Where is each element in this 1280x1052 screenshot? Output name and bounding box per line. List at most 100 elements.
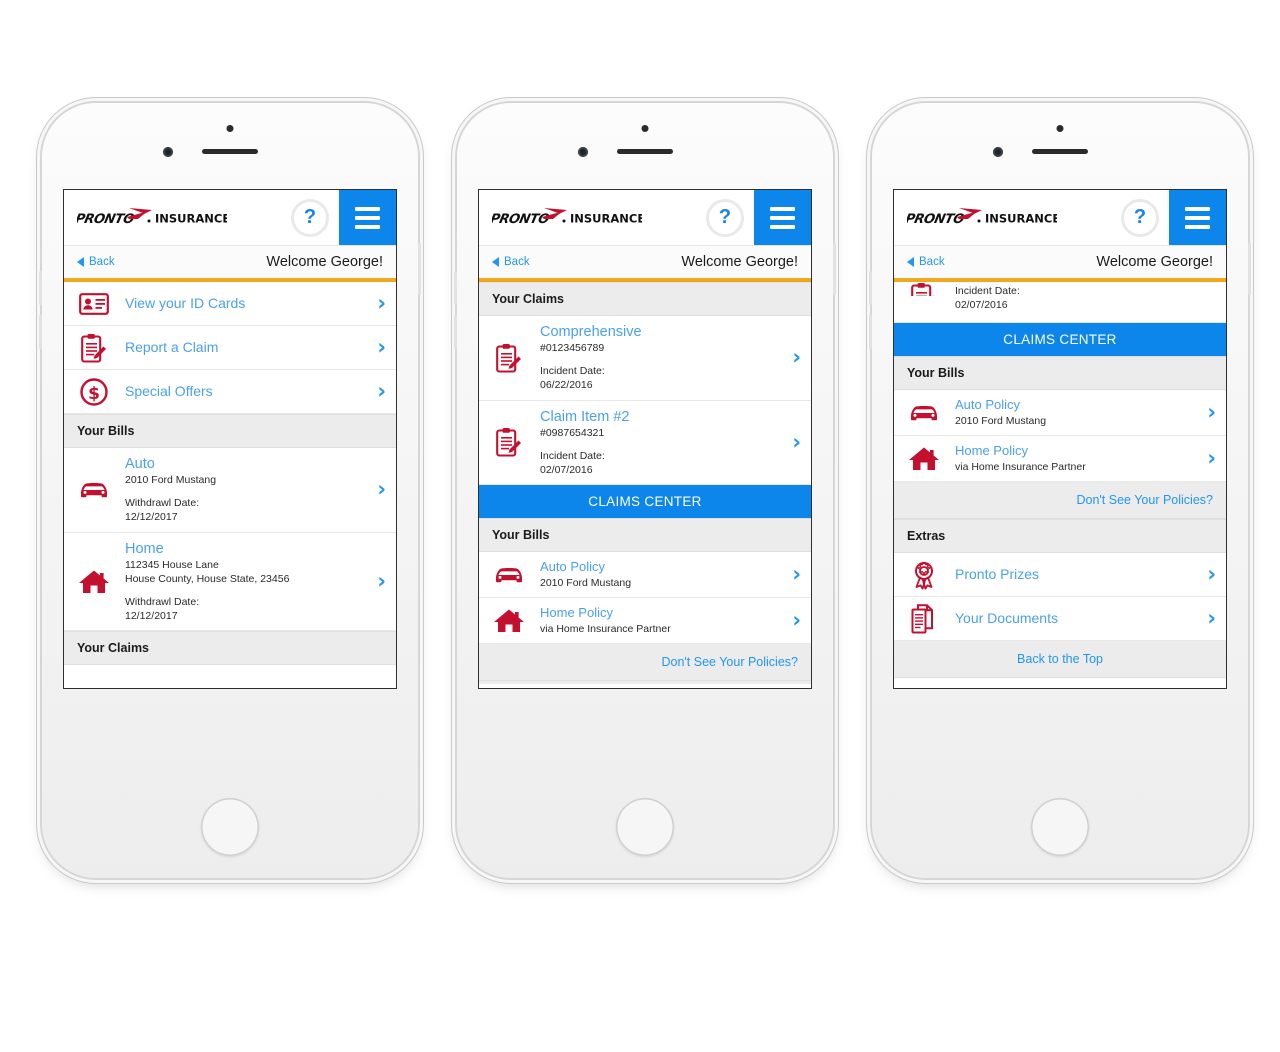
list-item-pronto-prizes[interactable]: Pronto Prizes › [894,553,1226,598]
hamburger-menu-icon[interactable] [754,190,811,245]
bill-subtitle: 2010 Ford Mustang [125,474,217,487]
home-icon [907,446,941,472]
bill-meta-label: Withdrawl Date: [125,596,200,609]
chevron-right-icon: › [377,477,386,502]
svg-text:INSURANCE: INSURANCE [985,211,1057,225]
back-button[interactable]: Back [492,256,530,268]
home-button[interactable] [201,798,259,856]
award-ribbon-icon [907,560,941,590]
back-button[interactable]: Back [77,256,115,268]
car-icon [77,480,111,500]
id-card-icon [77,292,111,315]
dont-see-policies-link[interactable]: Don't See Your Policies? [479,644,811,682]
app-header: PRONTO INSURANCE ? [479,190,811,246]
claim-number: #0987654321 [540,426,605,439]
section-header-your-claims: Your Claims [479,282,811,316]
help-button[interactable]: ? [291,198,329,237]
app-header: PRONTO INSURANCE ? [894,190,1226,246]
car-icon [492,565,526,585]
claim-title: Comprehensive [540,324,642,340]
claims-center-button[interactable]: CLAIMS CENTER [479,485,811,519]
home-button[interactable] [616,798,674,856]
policy-row-auto[interactable]: Auto Policy 2010 Ford Mustang › [894,390,1226,437]
chevron-right-icon: › [377,379,386,403]
chevron-right-icon: › [377,291,386,315]
claim-meta-label: Incident Date: [955,285,1020,297]
list-item-report-a-claim[interactable]: Report a Claim › [64,326,396,370]
volume-up-button[interactable] [454,271,457,305]
back-to-top-link[interactable]: Back to the Top [894,641,1226,679]
list-item-your-documents[interactable]: Your Documents › [894,597,1226,642]
clipboard-pencil-icon [492,427,526,458]
phone-screen-1: PRONTO INSURANCE ? Back Welcome George! … [63,189,397,689]
documents-icon [907,604,941,634]
phone-device-2: PRONTO INSURANCE ? Back Welcome George! … [454,103,836,878]
chevron-right-icon: › [792,608,801,633]
content-spacer [479,681,811,684]
bill-meta-value: 12/12/2017 [125,511,178,524]
policy-row-home[interactable]: Home Policy via Home Insurance Partner › [894,436,1226,483]
power-button[interactable] [833,243,836,295]
policy-row-auto[interactable]: Auto Policy 2010 Ford Mustang › [479,552,811,599]
bill-subtitle-2: House County, House State, 23456 [125,572,290,585]
bill-title: Auto [125,456,155,472]
section-header-your-bills: Your Bills [479,518,811,553]
policy-title: Auto Policy [955,397,1021,413]
list-item-label: View your ID Cards [125,294,246,311]
svg-text:PRONTO: PRONTO [77,212,136,227]
volume-up-button[interactable] [869,271,872,305]
volume-up-button[interactable] [39,271,42,305]
bill-row-home[interactable]: Home 112345 House Lane House County, Hou… [64,532,396,632]
policy-title: Home Policy [955,443,1028,459]
home-icon [77,569,111,595]
power-button[interactable] [418,243,421,295]
list-item-label: Pronto Prizes [955,565,1040,582]
pronto-insurance-logo[interactable]: PRONTO INSURANCE [894,207,1121,229]
back-button[interactable]: Back [907,256,945,268]
claim-row-item-2[interactable]: Claim Item #2 #0987654321 Incident Date:… [479,400,811,486]
back-label: Back [504,256,530,268]
phone-screen-3: PRONTO INSURANCE ? Back Welcome George! … [893,189,1227,689]
list-item-view-id-cards[interactable]: View your ID Cards › [64,282,396,326]
help-button[interactable]: ? [1121,198,1159,237]
welcome-greeting: Welcome George! [266,254,383,270]
claims-center-button[interactable]: CLAIMS CENTER [894,323,1226,357]
screen-2-content[interactable]: Your Claims Comprehensive #0123456789 In… [479,282,811,684]
navigation-bar: Back Welcome George! [894,246,1226,282]
chevron-right-icon: › [1207,562,1216,587]
dont-see-policies-link[interactable]: Don't See Your Policies? [894,482,1226,520]
volume-down-button[interactable] [454,315,457,349]
pronto-insurance-logo[interactable]: PRONTO INSURANCE [64,207,291,229]
power-button[interactable] [1248,243,1251,295]
claim-meta-value: 02/07/2016 [955,299,1008,312]
bill-row-auto[interactable]: Auto 2010 Ford Mustang Withdrawl Date: 1… [64,448,396,533]
home-button[interactable] [1031,798,1089,856]
claim-meta-value: 06/22/2016 [540,379,593,392]
volume-down-button[interactable] [39,315,42,349]
back-caret-icon [492,257,499,267]
back-caret-icon [907,257,914,267]
list-item-label: Your Documents [955,609,1058,626]
policy-subtitle: 2010 Ford Mustang [955,415,1047,428]
claim-row-comprehensive[interactable]: Comprehensive #0123456789 Incident Date:… [479,316,811,401]
policy-row-home[interactable]: Home Policy via Home Insurance Partner › [479,598,811,645]
proximity-sensor-icon [641,125,649,132]
bill-meta-label: Withdrawl Date: [125,497,200,510]
screen-3-content[interactable]: Incident Date: 02/07/2016 CLAIMS CENTER … [894,282,1226,684]
chevron-right-icon: › [1207,446,1216,471]
claim-row-partial[interactable]: Incident Date: 02/07/2016 [894,282,1226,324]
list-item-special-offers[interactable]: $ Special Offers › [64,370,396,414]
volume-down-button[interactable] [869,315,872,349]
bill-subtitle: 112345 House Lane [125,558,219,571]
screen-1-content[interactable]: View your ID Cards › Report a Claim › $ … [64,282,396,684]
claim-title: Claim Item #2 [540,408,630,425]
welcome-greeting: Welcome George! [681,254,798,270]
hamburger-menu-icon[interactable] [1169,190,1226,245]
policy-title: Home Policy [540,605,613,621]
help-button[interactable]: ? [706,198,744,237]
svg-text:PRONTO: PRONTO [907,212,966,227]
app-header: PRONTO INSURANCE ? [64,190,396,246]
earpiece-speaker-icon [1032,149,1088,154]
hamburger-menu-icon[interactable] [339,190,396,245]
pronto-insurance-logo[interactable]: PRONTO INSURANCE [479,207,706,229]
